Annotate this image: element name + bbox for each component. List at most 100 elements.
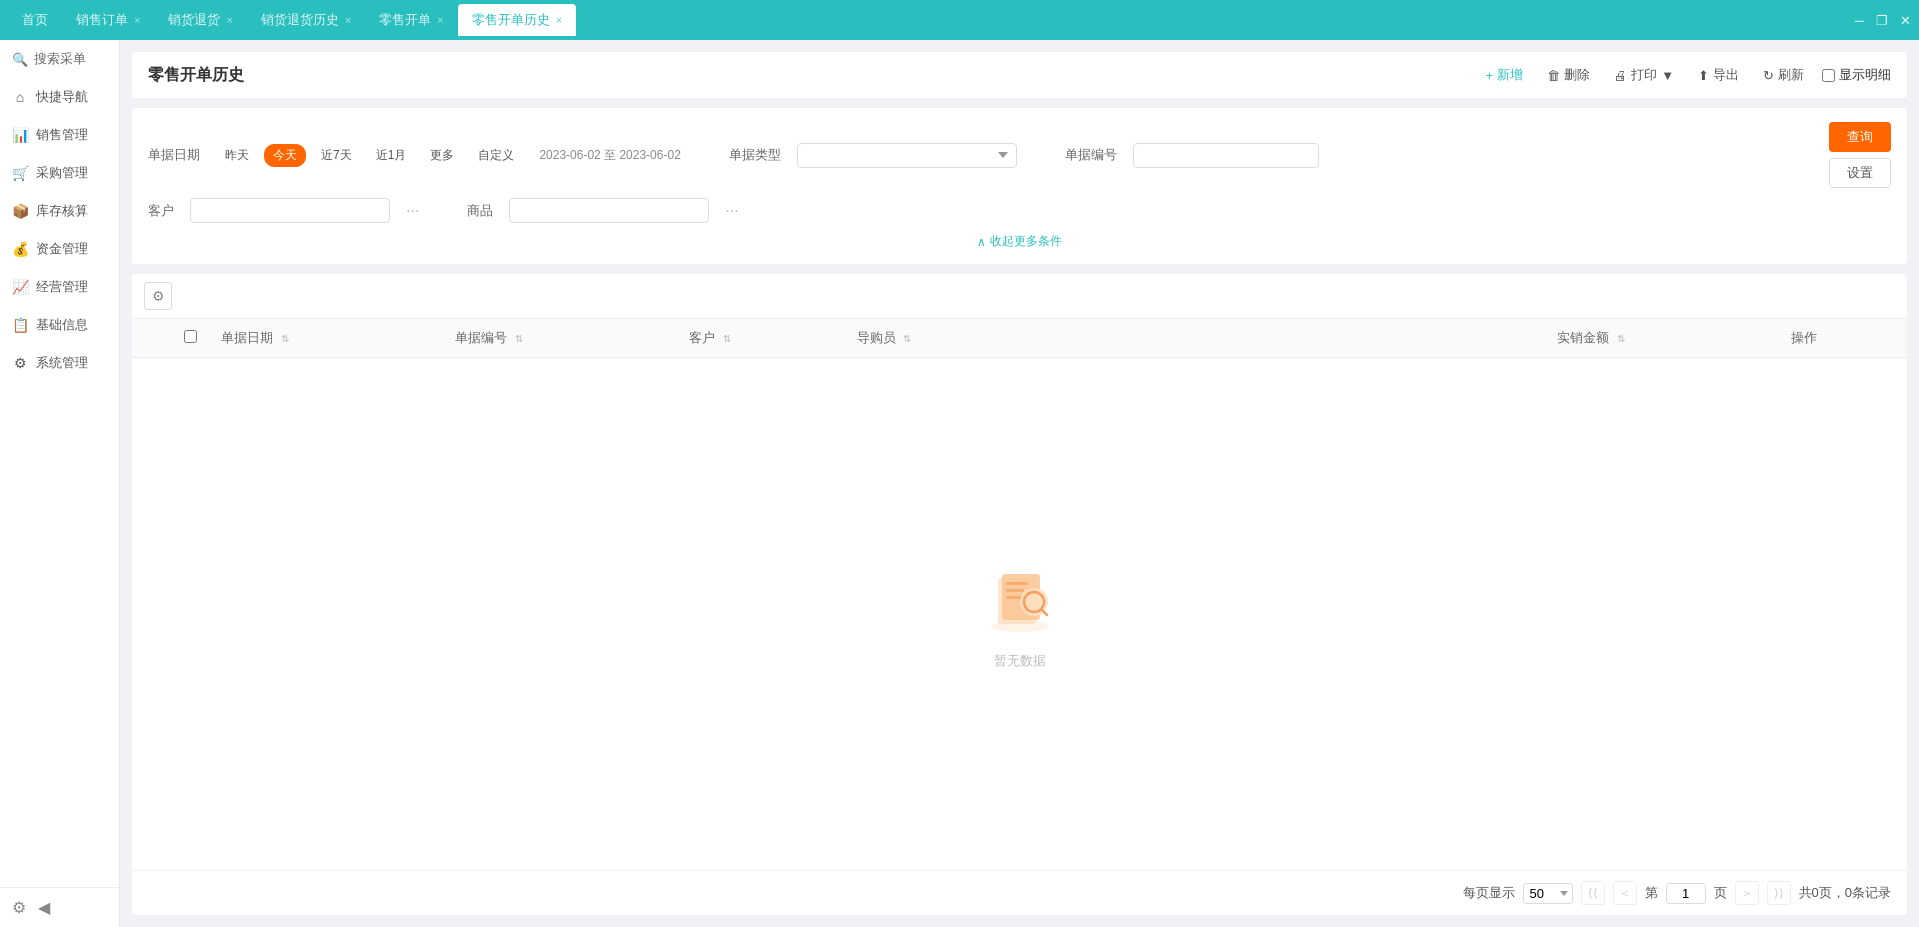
tab-home[interactable]: 首页: [8, 4, 62, 36]
sidebar-item-basic[interactable]: 📋 基础信息: [0, 306, 119, 344]
number-filter-input[interactable]: [1133, 143, 1319, 168]
sidebar-item-quicknav-label: 快捷导航: [36, 88, 88, 106]
date-btn-more[interactable]: 更多: [421, 144, 463, 167]
page-first-button[interactable]: ⟨⟨: [1581, 881, 1605, 905]
collapse-filter-button[interactable]: ∧ 收起更多条件: [148, 233, 1891, 250]
type-select[interactable]: [797, 143, 1017, 168]
add-button[interactable]: + 新增: [1480, 62, 1530, 88]
settings-button[interactable]: 设置: [1829, 158, 1891, 188]
query-buttons: 查询 设置: [1829, 122, 1891, 188]
date-btn-1month[interactable]: 近1月: [367, 144, 416, 167]
sidebar-item-quicknav[interactable]: ⌂ 快捷导航: [0, 78, 119, 116]
sidebar-item-purchase[interactable]: 🛒 采购管理: [0, 154, 119, 192]
date-btn-7days[interactable]: 近7天: [312, 144, 361, 167]
date-filter-label: 单据日期: [148, 146, 200, 164]
tab-return-history-close[interactable]: ×: [345, 14, 351, 26]
show-detail-toggle[interactable]: 显示明细: [1822, 66, 1891, 84]
finance-icon: 💰: [12, 241, 28, 257]
sort-number-icon: ⇅: [515, 333, 523, 344]
add-label: 新增: [1497, 66, 1523, 84]
tab-return-close[interactable]: ×: [226, 14, 232, 26]
th-salesperson[interactable]: 导购员 ⇅: [845, 319, 1046, 358]
customer-filter-label: 客户: [148, 202, 174, 220]
page-label-first: 第: [1645, 884, 1658, 902]
tab-return[interactable]: 销货退货 ×: [154, 4, 246, 36]
sidebar-item-management[interactable]: 📈 经营管理: [0, 268, 119, 306]
goods-dots[interactable]: ···: [725, 202, 738, 220]
tab-sales-order-label: 销售订单: [76, 11, 128, 29]
type-select-wrapper: [797, 143, 1017, 168]
customer-dots[interactable]: ···: [406, 202, 419, 220]
sidebar-item-basic-label: 基础信息: [36, 316, 88, 334]
sidebar-item-inventory[interactable]: 📦 库存核算: [0, 192, 119, 230]
th-customer[interactable]: 客户 ⇅: [677, 319, 845, 358]
tab-sales-order[interactable]: 销售订单 ×: [62, 4, 154, 36]
filter-area: 单据日期 昨天 今天 近7天 近1月 更多 自定义 2023-06-02 至 2…: [132, 108, 1907, 264]
collapse-sidebar-button[interactable]: ◀: [38, 898, 50, 917]
tab-retail-history[interactable]: 零售开单历史 ×: [458, 4, 576, 36]
export-button[interactable]: ⬆ 导出: [1692, 62, 1745, 88]
tab-return-history[interactable]: 销货退货历史 ×: [247, 4, 365, 36]
print-icon: 🖨: [1614, 68, 1627, 83]
th-action: 操作: [1779, 319, 1907, 358]
export-label: 导出: [1713, 66, 1739, 84]
tab-retail-label: 零售开单: [379, 11, 431, 29]
select-all-checkbox[interactable]: [184, 330, 197, 343]
minimize-button[interactable]: ─: [1855, 13, 1864, 28]
main-layout: 🔍 搜索采单 ⌂ 快捷导航 📊 销售管理 🛒 采购管理 📦 库存核算 💰 资金管…: [0, 40, 1919, 927]
page-next-button[interactable]: ＞: [1735, 881, 1759, 905]
th-number[interactable]: 单据编号 ⇅: [443, 319, 677, 358]
sort-amount-icon: ⇅: [1617, 333, 1625, 344]
page-size-select[interactable]: 10 20 50 100: [1523, 883, 1573, 904]
th-checkbox: [172, 319, 209, 358]
delete-label: 删除: [1564, 66, 1590, 84]
close-button[interactable]: ✕: [1900, 13, 1911, 28]
th-action-label: 操作: [1791, 330, 1817, 345]
date-btn-yesterday[interactable]: 昨天: [216, 144, 258, 167]
th-number-label: 单据编号: [455, 330, 507, 345]
sidebar-item-sales[interactable]: 📊 销售管理: [0, 116, 119, 154]
date-range-display: 2023-06-02 至 2023-06-02: [539, 147, 680, 164]
page-prev-button[interactable]: ＜: [1613, 881, 1637, 905]
sort-salesperson-icon: ⇅: [903, 333, 911, 344]
tab-return-history-label: 销货退货历史: [261, 11, 339, 29]
date-btn-custom[interactable]: 自定义: [469, 144, 523, 167]
customer-filter-input[interactable]: [190, 198, 390, 223]
empty-text: 暂无数据: [994, 652, 1046, 670]
tab-sales-order-close[interactable]: ×: [134, 14, 140, 26]
tab-retail[interactable]: 零售开单 ×: [365, 4, 457, 36]
query-button[interactable]: 查询: [1829, 122, 1891, 152]
sidebar: 🔍 搜索采单 ⌂ 快捷导航 📊 销售管理 🛒 采购管理 📦 库存核算 💰 资金管…: [0, 40, 120, 927]
page-last-button[interactable]: ⟩⟩: [1767, 881, 1791, 905]
refresh-button[interactable]: ↻ 刷新: [1757, 62, 1810, 88]
tab-retail-close[interactable]: ×: [437, 14, 443, 26]
sidebar-search[interactable]: 🔍 搜索采单: [0, 40, 119, 78]
toolbar: + 新增 🗑 删除 🖨 打印 ▼ ⬆ 导出 ↻ 刷新: [1480, 62, 1891, 88]
collapse-label: 收起更多条件: [990, 233, 1062, 250]
th-date[interactable]: 单据日期 ⇅: [209, 319, 443, 358]
date-filter-buttons: 昨天 今天 近7天 近1月 更多 自定义: [216, 144, 523, 167]
goods-filter-label: 商品: [467, 202, 493, 220]
sidebar-item-system[interactable]: ⚙ 系统管理: [0, 344, 119, 382]
page-header: 零售开单历史 + 新增 🗑 删除 🖨 打印 ▼ ⬆ 导出: [132, 52, 1907, 98]
th-amount-label: 实销金额: [1557, 330, 1609, 345]
collapse-arrow-icon: ∧: [977, 235, 986, 249]
sidebar-item-finance[interactable]: 💰 资金管理: [0, 230, 119, 268]
show-detail-checkbox[interactable]: [1822, 69, 1835, 82]
th-salesperson-label: 导购员: [857, 330, 896, 345]
page-number-input[interactable]: [1666, 883, 1706, 904]
table-header-row: 单据日期 ⇅ 单据编号 ⇅ 客户 ⇅ 导购员 ⇅: [132, 319, 1907, 358]
show-detail-label: 显示明细: [1839, 66, 1891, 84]
table-settings-icon[interactable]: ⚙: [144, 282, 172, 310]
settings-gear-icon[interactable]: ⚙: [12, 898, 26, 917]
restore-button[interactable]: ❐: [1876, 13, 1888, 28]
date-btn-today[interactable]: 今天: [264, 144, 306, 167]
goods-filter-input[interactable]: [509, 198, 709, 223]
tab-retail-history-close[interactable]: ×: [556, 14, 562, 26]
th-spacer: [1045, 319, 1545, 358]
th-amount[interactable]: 实销金额 ⇅: [1545, 319, 1779, 358]
table-header: 单据日期 ⇅ 单据编号 ⇅ 客户 ⇅ 导购员 ⇅: [132, 319, 1907, 358]
delete-button[interactable]: 🗑 删除: [1541, 62, 1596, 88]
print-button[interactable]: 🖨 打印 ▼: [1608, 62, 1680, 88]
sort-date-icon: ⇅: [281, 333, 289, 344]
